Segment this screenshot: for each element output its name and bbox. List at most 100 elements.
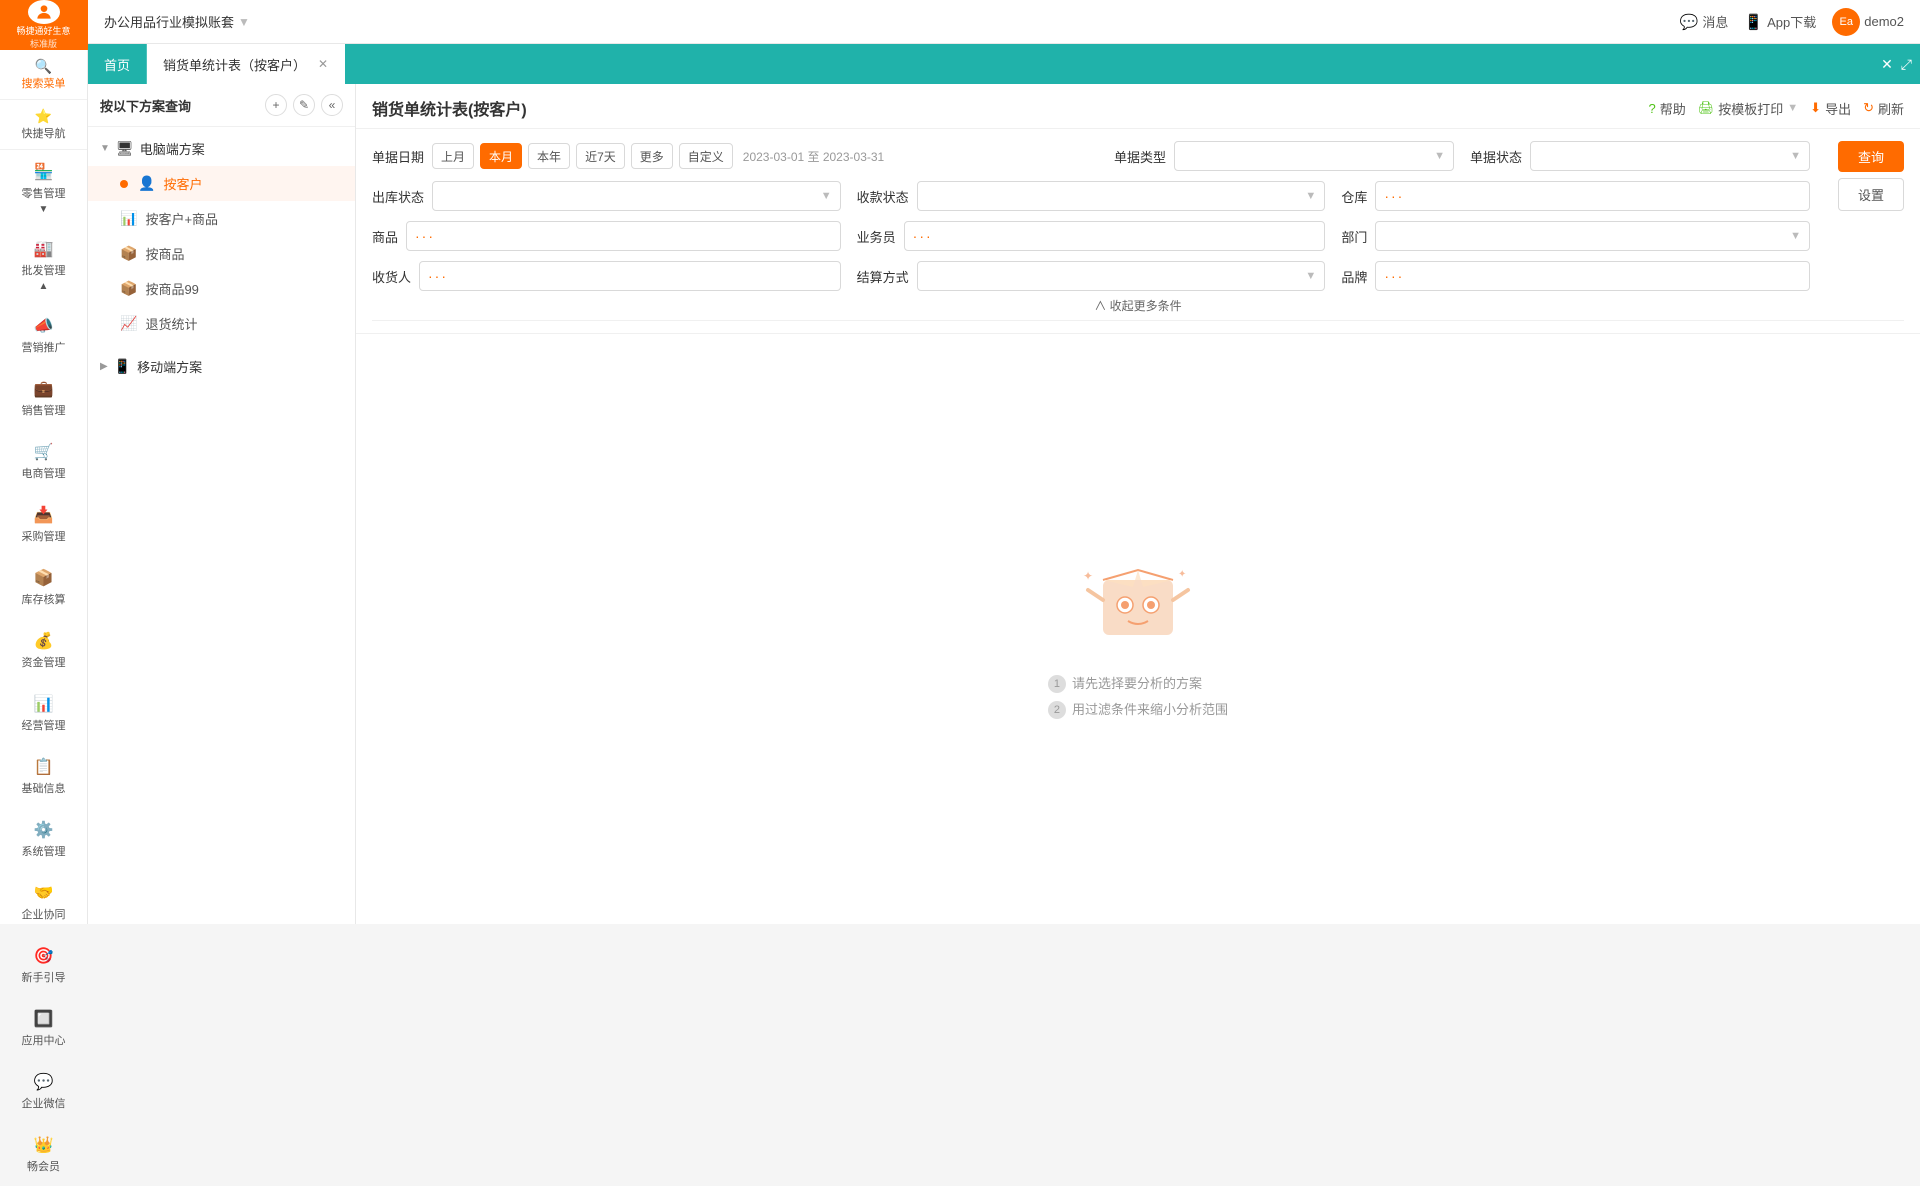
- filter-warehouse: 仓库 ···: [1341, 181, 1810, 211]
- desktop-group-arrow: ▼: [100, 143, 110, 154]
- sidebar-item-basic[interactable]: 📋 基础信息: [0, 745, 87, 808]
- logo-sub: 标准版: [30, 37, 57, 50]
- ecommerce-label: 电商管理: [22, 465, 66, 481]
- sidebar-item-finance[interactable]: 💰 资金管理: [0, 619, 87, 682]
- enterprise-icon: 🤝: [34, 883, 54, 903]
- export-btn[interactable]: ⬇ 导出: [1810, 99, 1851, 118]
- ecommerce-icon: 🛒: [34, 442, 54, 462]
- help-btn[interactable]: ? 帮助: [1648, 99, 1685, 118]
- settlement-select[interactable]: ▼: [917, 261, 1326, 291]
- scheme-item-return-stats[interactable]: 📈 退货统计: [88, 306, 355, 341]
- date-this-month-btn[interactable]: 本月: [480, 143, 522, 169]
- sidebar-item-purchase[interactable]: 📥 采购管理: [0, 493, 87, 556]
- sidebar: 畅捷通好生意 标准版 🔍 搜索菜单 ⭐ 快捷导航 🏪 零售管理 ▼ 🏭 批发管理…: [0, 0, 88, 924]
- refresh-btn[interactable]: ↻ 刷新: [1863, 99, 1904, 118]
- account-selector[interactable]: 办公用品行业模拟账套 ▼: [104, 12, 250, 31]
- sales-label: 销售管理: [22, 402, 66, 418]
- add-scheme-btn[interactable]: +: [265, 94, 287, 116]
- sidebar-item-enterprise[interactable]: 🤝 企业协同: [0, 871, 87, 934]
- by-customer-product-label: 按客户+商品: [145, 209, 218, 228]
- sidebar-item-system[interactable]: ⚙️ 系统管理: [0, 808, 87, 871]
- main-content: 销货单统计表(按客户) ? 帮助 🖨 按模板打印 ▼ ⬇ 导出: [356, 84, 1920, 924]
- sidebar-item-apps[interactable]: 🔲 应用中心: [0, 997, 87, 1060]
- receipt-status-select[interactable]: ▼: [917, 181, 1326, 211]
- filter-date: 单据日期 上月 本月 本年 近7天 更多 自定义 2023-03-01 至 20…: [372, 143, 1098, 169]
- sidebar-item-newbie[interactable]: 🎯 新手引导: [0, 934, 87, 997]
- messages-btn[interactable]: 💬 消息: [1680, 12, 1729, 31]
- sidebar-item-ecommerce[interactable]: 🛒 电商管理: [0, 430, 87, 493]
- settings-btn[interactable]: 设置: [1838, 178, 1904, 211]
- member-label: 畅会员: [27, 1158, 60, 1174]
- tab-close-icon[interactable]: ✕: [318, 57, 328, 71]
- scheme-panel: 按以下方案查询 + ✎ « ▼ 🖥 电脑端方案 👤 按客户: [88, 84, 356, 924]
- refresh-icon: ↻: [1863, 100, 1874, 116]
- sidebar-item-sales[interactable]: 💼 销售管理: [0, 367, 87, 430]
- warehouse-input[interactable]: ···: [1375, 181, 1810, 211]
- scheme-group-header-desktop[interactable]: ▼ 🖥 电脑端方案: [88, 131, 355, 166]
- consignee-input[interactable]: ···: [419, 261, 841, 291]
- salesperson-input[interactable]: ···: [904, 221, 1326, 251]
- out-status-select[interactable]: ▼: [432, 181, 841, 211]
- retail-icon: 🏪: [34, 162, 54, 182]
- goods-dots: ···: [415, 228, 435, 244]
- scheme-item-by-customer-product[interactable]: 📊 按客户+商品: [88, 201, 355, 236]
- scheme-item-by-product-99[interactable]: 📦 按商品99: [88, 271, 355, 306]
- date-this-year-btn[interactable]: 本年: [528, 143, 570, 169]
- print-dropdown-icon: ▼: [1787, 102, 1798, 114]
- filter-out-status: 出库状态 ▼: [372, 181, 841, 211]
- app-download-btn[interactable]: 📱 App下载: [1744, 12, 1816, 31]
- mobile-group-label: 移动端方案: [137, 357, 202, 376]
- apps-icon: 🔲: [34, 1009, 54, 1029]
- sales-icon: 💼: [34, 379, 54, 399]
- filter-settlement: 结算方式 ▼: [857, 261, 1326, 291]
- sidebar-item-retail[interactable]: 🏪 零售管理 ▼: [0, 150, 87, 227]
- warehouse-label: 仓库: [1341, 187, 1367, 206]
- doc-type-label: 单据类型: [1114, 147, 1166, 166]
- system-icon: ⚙️: [34, 820, 54, 840]
- date-last-month-btn[interactable]: 上月: [432, 143, 474, 169]
- filter-row-1: 单据日期 上月 本月 本年 近7天 更多 自定义 2023-03-01 至 20…: [372, 141, 1810, 171]
- filter-row-3: 商品 ··· 业务员 ···: [372, 221, 1810, 251]
- sidebar-item-wechat[interactable]: 💬 企业微信: [0, 1060, 87, 1123]
- scheme-group-mobile: ▶ 📱 移动端方案: [88, 345, 355, 388]
- close-window-icon[interactable]: ✕: [1881, 56, 1893, 73]
- doc-status-label: 单据状态: [1470, 147, 1522, 166]
- quick-nav[interactable]: ⭐ 快捷导航: [0, 100, 87, 150]
- sidebar-item-marketing[interactable]: 📣 营销推广: [0, 304, 87, 367]
- tabbar: 首页 销货单统计表（按客户） ✕ ✕ ⤢: [88, 44, 1920, 84]
- doc-type-select[interactable]: ▼: [1174, 141, 1454, 171]
- tab-sales-summary[interactable]: 销货单统计表（按客户） ✕: [147, 44, 345, 84]
- doc-type-arrow: ▼: [1434, 150, 1445, 162]
- goods-input[interactable]: ···: [406, 221, 841, 251]
- collapse-panel-btn[interactable]: «: [321, 94, 343, 116]
- print-btn[interactable]: 🖨 按模板打印 ▼: [1698, 99, 1798, 118]
- collapse-bar[interactable]: ∧ 收起更多条件: [372, 291, 1904, 321]
- scheme-group-header-mobile[interactable]: ▶ 📱 移动端方案: [88, 349, 355, 384]
- tab-home[interactable]: 首页: [88, 44, 147, 84]
- consignee-label: 收货人: [372, 267, 411, 286]
- scheme-item-by-customer[interactable]: 👤 按客户: [88, 166, 355, 201]
- date-last7-btn[interactable]: 近7天: [576, 143, 625, 169]
- app-logo: 畅捷通好生意 标准版: [0, 0, 88, 50]
- sidebar-item-inventory[interactable]: 📦 库存核算: [0, 556, 87, 619]
- username: demo2: [1864, 14, 1904, 29]
- filter-dept: 部门 ▼: [1341, 221, 1810, 251]
- sidebar-item-operations[interactable]: 📊 经营管理: [0, 682, 87, 745]
- query-btn[interactable]: 查询: [1838, 141, 1904, 172]
- brand-input[interactable]: ···: [1375, 261, 1810, 291]
- dept-select[interactable]: ▼: [1375, 221, 1810, 251]
- download-icon: 📱: [1744, 13, 1763, 31]
- scheme-panel-title: 按以下方案查询: [100, 96, 191, 115]
- inventory-label: 库存核算: [22, 591, 66, 607]
- date-custom-btn[interactable]: 自定义: [679, 143, 733, 169]
- scheme-item-by-product[interactable]: 📦 按商品: [88, 236, 355, 271]
- sidebar-item-member[interactable]: 👑 畅会员: [0, 1123, 87, 1186]
- maximize-icon[interactable]: ⤢: [1901, 56, 1912, 73]
- sidebar-item-wholesale[interactable]: 🏭 批发管理 ▲: [0, 227, 87, 304]
- basic-icon: 📋: [34, 757, 54, 777]
- search-menu[interactable]: 🔍 搜索菜单: [0, 50, 87, 100]
- date-more-btn[interactable]: 更多: [631, 143, 673, 169]
- user-menu[interactable]: Ea demo2: [1832, 8, 1904, 36]
- edit-scheme-btn[interactable]: ✎: [293, 94, 315, 116]
- doc-status-select[interactable]: ▼: [1530, 141, 1810, 171]
